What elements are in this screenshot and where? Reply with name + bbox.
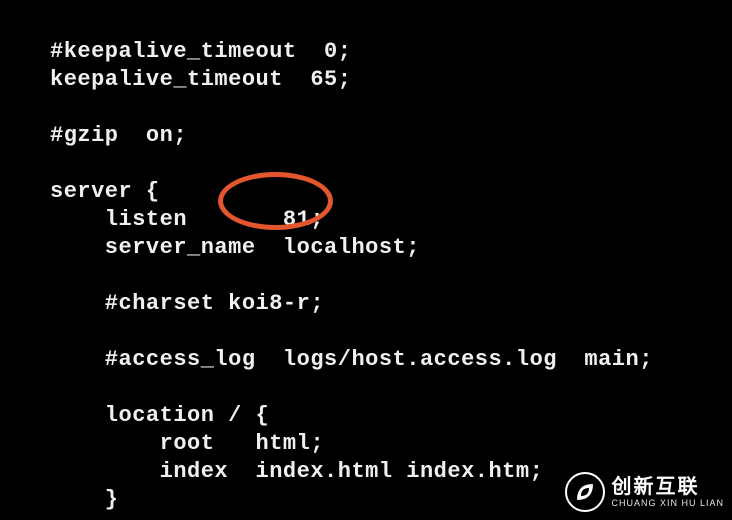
- watermark-logo-icon: [565, 472, 605, 512]
- watermark-en: CHUANG XIN HU LIAN: [611, 499, 724, 508]
- code-line: server {: [50, 179, 160, 204]
- watermark-cn: 创新互联: [611, 477, 724, 497]
- code-line: #charset koi8-r;: [50, 291, 324, 316]
- watermark: 创新互联 CHUANG XIN HU LIAN: [565, 472, 724, 512]
- code-line: location / {: [50, 403, 269, 428]
- code-line: #gzip on;: [50, 123, 187, 148]
- code-line: root html;: [50, 431, 324, 456]
- code-line: index index.html index.htm;: [50, 459, 543, 484]
- code-line: server_name localhost;: [50, 235, 420, 260]
- code-line: #keepalive_timeout 0;: [50, 39, 351, 64]
- code-line: keepalive_timeout 65;: [50, 67, 351, 92]
- nginx-config-code: #keepalive_timeout 0; keepalive_timeout …: [0, 0, 732, 520]
- watermark-text: 创新互联 CHUANG XIN HU LIAN: [611, 477, 724, 508]
- code-line: #access_log logs/host.access.log main;: [50, 347, 653, 372]
- code-line: listen 81;: [50, 207, 324, 232]
- code-line: }: [50, 487, 119, 512]
